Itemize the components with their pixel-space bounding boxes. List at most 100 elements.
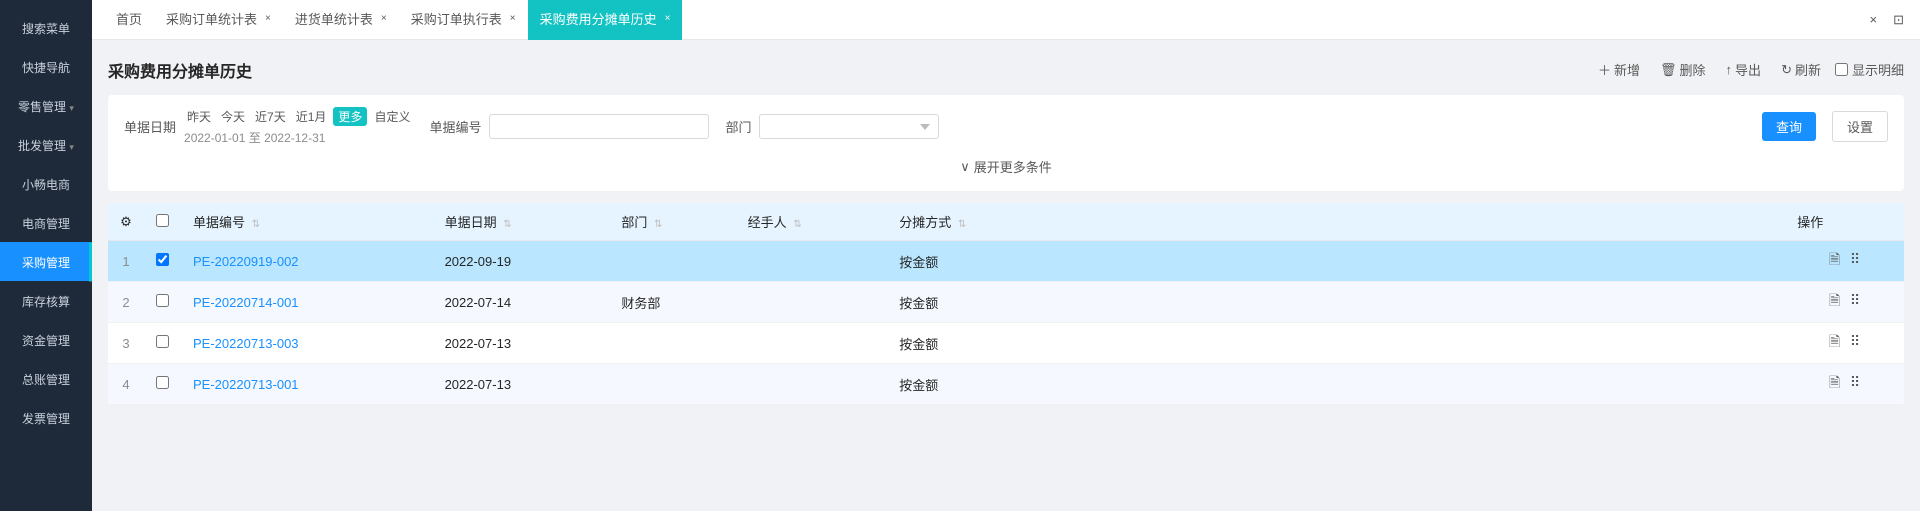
row-handler-4 xyxy=(736,364,888,405)
row-checkbox-cell-3 xyxy=(144,323,181,364)
tab-purchase-order-stats[interactable]: 采购订单统计表 × xyxy=(154,0,283,40)
shortcut-1month[interactable]: 近1月 xyxy=(293,107,330,126)
row-num-3: 3 xyxy=(108,323,144,364)
sort-icon-handler[interactable]: ⇅ xyxy=(793,219,801,230)
shortcut-yesterday[interactable]: 昨天 xyxy=(184,107,214,126)
sidebar-item-quick-nav[interactable]: 快捷导航 xyxy=(0,47,92,86)
row-checkbox-3[interactable] xyxy=(156,335,169,348)
chevron-down-icon: ▾ xyxy=(69,142,74,152)
close-icon[interactable]: × xyxy=(665,13,671,24)
view-icon-3[interactable]: 🗎 xyxy=(1829,333,1840,349)
row-checkbox-cell-2 xyxy=(144,282,181,323)
table-row: 3 PE-20220713-003 2022-07-13 按金额 🗎 ⠿ xyxy=(108,323,1904,364)
sidebar-item-mini-shop[interactable]: 小畅电商 xyxy=(0,164,92,203)
plus-icon: ＋ xyxy=(1598,60,1611,79)
sidebar-item-inventory[interactable]: 库存核算 xyxy=(0,281,92,320)
tab-purchase-cost-history[interactable]: 采购费用分摊单历史 × xyxy=(528,0,683,40)
sidebar-item-search[interactable]: 搜索菜单 xyxy=(0,8,92,47)
row-checkbox-4[interactable] xyxy=(156,376,169,389)
tab-home[interactable]: 首页 xyxy=(104,0,154,40)
tab-purchase-exec[interactable]: 采购订单执行表 × xyxy=(399,0,528,40)
doc-no-input[interactable] xyxy=(489,114,709,139)
row-ops-2: 🗎 ⠿ xyxy=(1785,282,1904,323)
more-icon-2[interactable]: ⠿ xyxy=(1850,292,1860,308)
row-doc-no-3: PE-20220713-003 xyxy=(181,323,433,364)
sidebar: 搜索菜单 快捷导航 零售管理 ▾ 批发管理 ▾ 小畅电商 电商管理 采购管理 库… xyxy=(0,0,92,511)
show-cols-checkbox-input[interactable] xyxy=(1835,63,1848,76)
filter-row-1: 单据日期 昨天 今天 近7天 近1月 更多 自定义 2022-01-01 至 2… xyxy=(124,107,1888,146)
row-split-method-4: 按金额 xyxy=(887,364,1785,405)
shortcut-more[interactable]: 更多 xyxy=(333,107,367,126)
shortcut-today[interactable]: 今天 xyxy=(218,107,248,126)
page-content: 采购费用分摊单历史 ＋ 新增 🗑 删除 ↑ 导出 ↻ 刷新 xyxy=(92,40,1920,511)
row-ops-4: 🗎 ⠿ xyxy=(1785,364,1904,405)
table-row: 2 PE-20220714-001 2022-07-14 财务部 按金额 🗎 ⠿ xyxy=(108,282,1904,323)
close-icon[interactable]: × xyxy=(381,13,387,24)
col-dept: 部门 ⇅ xyxy=(609,203,735,241)
row-handler-2 xyxy=(736,282,888,323)
sidebar-item-ledger[interactable]: 总账管理 xyxy=(0,359,92,398)
doc-no-link-4[interactable]: PE-20220713-001 xyxy=(193,377,299,392)
more-icon-4[interactable]: ⠿ xyxy=(1850,374,1860,390)
shortcut-custom[interactable]: 自定义 xyxy=(371,107,413,126)
filter-area: 单据日期 昨天 今天 近7天 近1月 更多 自定义 2022-01-01 至 2… xyxy=(108,95,1904,191)
sidebar-item-purchase[interactable]: 采购管理 xyxy=(0,242,92,281)
restore-window-button[interactable]: ⊡ xyxy=(1889,8,1908,32)
col-doc-date: 单据日期 ⇅ xyxy=(433,203,610,241)
view-icon-4[interactable]: 🗎 xyxy=(1829,374,1840,390)
doc-no-link-2[interactable]: PE-20220714-001 xyxy=(193,295,299,310)
sort-icon-split-method[interactable]: ⇅ xyxy=(958,219,966,230)
close-icon[interactable]: × xyxy=(510,13,516,24)
sidebar-item-wholesale[interactable]: 批发管理 ▾ xyxy=(0,125,92,164)
row-ops-1: 🗎 ⠿ xyxy=(1785,241,1904,282)
view-icon-1[interactable]: 🗎 xyxy=(1829,251,1840,267)
page-header: 采购费用分摊单历史 ＋ 新增 🗑 删除 ↑ 导出 ↻ 刷新 xyxy=(108,56,1904,83)
col-split-method: 分摊方式 ⇅ xyxy=(887,203,1785,241)
setting-button[interactable]: 设置 xyxy=(1832,111,1888,142)
dept-select[interactable] xyxy=(759,114,939,139)
row-ops-3: 🗎 ⠿ xyxy=(1785,323,1904,364)
col-settings[interactable]: ⚙ xyxy=(108,203,144,241)
expand-conditions-button[interactable]: ∨ 展开更多条件 xyxy=(950,154,1062,179)
export-icon: ↑ xyxy=(1726,62,1733,77)
sidebar-item-retail[interactable]: 零售管理 ▾ xyxy=(0,86,92,125)
doc-no-filter-item: 单据编号 xyxy=(429,114,709,139)
row-checkbox-1[interactable] xyxy=(156,253,169,266)
delete-button[interactable]: 🗑 删除 xyxy=(1654,56,1712,83)
add-button[interactable]: ＋ 新增 xyxy=(1592,56,1646,83)
row-dept-2: 财务部 xyxy=(609,282,735,323)
sort-icon-doc-date[interactable]: ⇅ xyxy=(503,219,511,230)
shortcut-7days[interactable]: 近7天 xyxy=(252,107,289,126)
view-icon-2[interactable]: 🗎 xyxy=(1829,292,1840,308)
row-doc-date-1: 2022-09-19 xyxy=(433,241,610,282)
row-doc-no-2: PE-20220714-001 xyxy=(181,282,433,323)
col-checkbox xyxy=(144,203,181,241)
doc-no-link-1[interactable]: PE-20220919-002 xyxy=(193,254,299,269)
sort-icon-dept[interactable]: ⇅ xyxy=(654,219,662,230)
data-table-container: ⚙ 单据编号 ⇅ 单据日期 ⇅ 部门 xyxy=(108,203,1904,405)
select-all-checkbox[interactable] xyxy=(156,214,169,227)
delete-icon: 🗑 xyxy=(1660,62,1677,78)
sidebar-item-invoice[interactable]: 发票管理 xyxy=(0,398,92,437)
date-shortcuts: 昨天 今天 近7天 近1月 更多 自定义 2022-01-01 至 2022-1… xyxy=(184,107,413,146)
table-header-row: ⚙ 单据编号 ⇅ 单据日期 ⇅ 部门 xyxy=(108,203,1904,241)
row-doc-no-4: PE-20220713-001 xyxy=(181,364,433,405)
table-row: 1 PE-20220919-002 2022-09-19 按金额 🗎 ⠿ xyxy=(108,241,1904,282)
sidebar-item-finance[interactable]: 资金管理 xyxy=(0,320,92,359)
row-checkbox-2[interactable] xyxy=(156,294,169,307)
close-window-button[interactable]: × xyxy=(1866,8,1882,31)
more-icon-1[interactable]: ⠿ xyxy=(1850,251,1860,267)
query-button[interactable]: 查询 xyxy=(1762,112,1816,141)
sidebar-item-ecommerce[interactable]: 电商管理 xyxy=(0,203,92,242)
export-button[interactable]: ↑ 导出 xyxy=(1720,56,1768,83)
close-icon[interactable]: × xyxy=(265,13,271,24)
show-cols-toggle[interactable]: 显示明细 xyxy=(1835,60,1904,79)
doc-no-link-3[interactable]: PE-20220713-003 xyxy=(193,336,299,351)
row-split-method-2: 按金额 xyxy=(887,282,1785,323)
data-table: ⚙ 单据编号 ⇅ 单据日期 ⇅ 部门 xyxy=(108,203,1904,405)
refresh-button[interactable]: ↻ 刷新 xyxy=(1775,56,1827,83)
tab-incoming-stats[interactable]: 进货单统计表 × xyxy=(283,0,399,40)
sort-icon-doc-no[interactable]: ⇅ xyxy=(252,219,260,230)
row-split-method-3: 按金额 xyxy=(887,323,1785,364)
more-icon-3[interactable]: ⠿ xyxy=(1850,333,1860,349)
